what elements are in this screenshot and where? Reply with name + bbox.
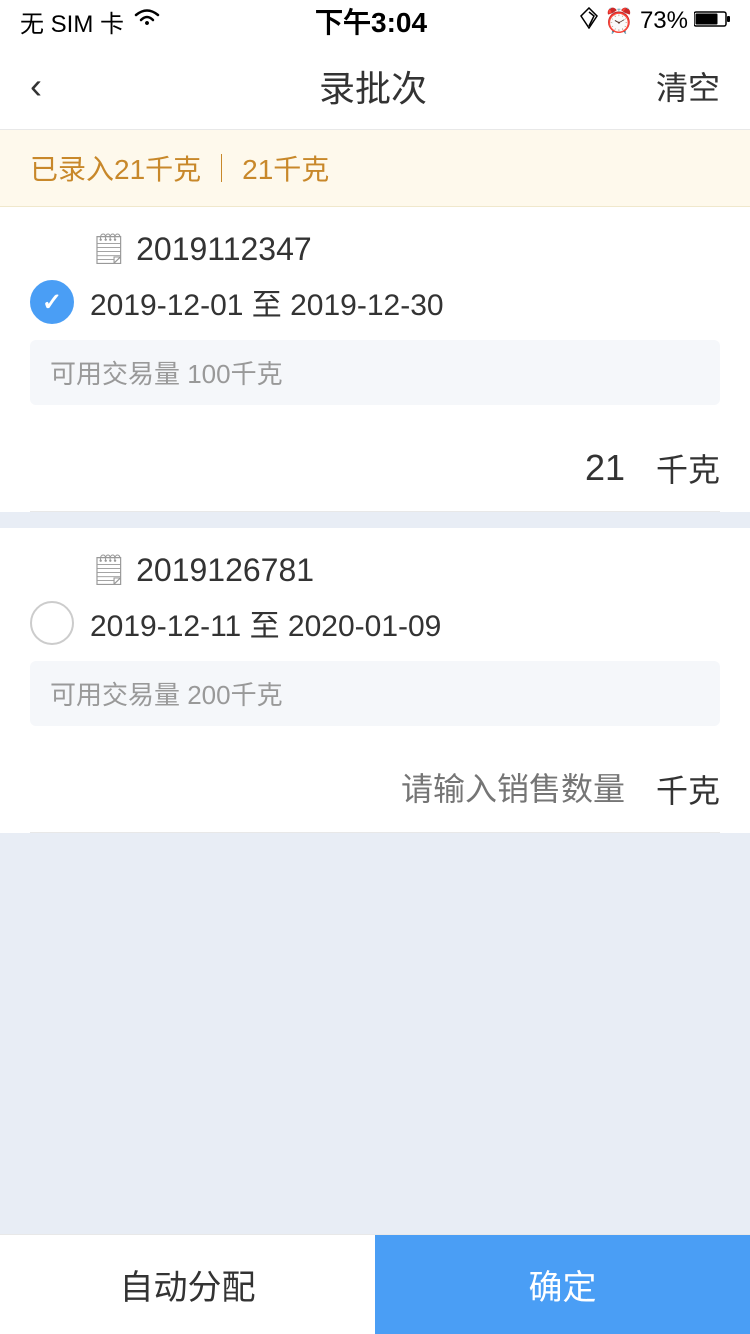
batch2-id: 2019126781 bbox=[136, 552, 314, 589]
auto-distribute-button[interactable]: 自动分配 bbox=[0, 1235, 375, 1334]
batch1-radio[interactable] bbox=[30, 280, 74, 324]
info-banner: 已录入21千克 21千克 bbox=[0, 130, 750, 207]
batch2-doc-icon: 🗒 bbox=[90, 553, 128, 588]
batch2-volume-text: 可用交易量 200千克 bbox=[50, 680, 283, 710]
batch1-date-row[interactable]: 2019-12-01 至 2019-12-30 bbox=[30, 280, 720, 324]
batch1-volume-bar: 可用交易量 100千克 bbox=[30, 340, 720, 405]
no-sim-text: 无 SIM 卡 bbox=[20, 4, 124, 39]
status-time: 下午3:04 bbox=[315, 1, 427, 41]
batch1-doc-icon: 🗒 bbox=[90, 232, 128, 267]
battery-icon bbox=[694, 7, 730, 35]
status-right: ⏰ 73% bbox=[580, 7, 730, 36]
confirm-button[interactable]: 确定 bbox=[375, 1235, 750, 1334]
location-icon bbox=[580, 7, 598, 36]
batch2-radio[interactable] bbox=[30, 601, 74, 645]
wifi-icon bbox=[132, 7, 162, 36]
batch1-id-row: 🗒 2019112347 bbox=[30, 231, 720, 268]
batch2-id-row: 🗒 2019126781 bbox=[30, 552, 720, 589]
clock-icon: ⏰ bbox=[604, 7, 634, 36]
batch1-date: 2019-12-01 至 2019-12-30 bbox=[90, 280, 444, 324]
banner-value: 21千克 bbox=[242, 148, 329, 188]
batch1-amount-row: 千克 bbox=[0, 425, 750, 511]
section-divider bbox=[0, 512, 750, 528]
batch-card-1: 🗒 2019112347 2019-12-01 至 2019-12-30 可用交… bbox=[0, 207, 750, 512]
bottom-bar: 自动分配 确定 bbox=[0, 1234, 750, 1334]
batch2-input-row: 千克 bbox=[0, 746, 750, 832]
banner-divider bbox=[221, 154, 222, 182]
clear-button[interactable]: 清空 bbox=[656, 63, 720, 109]
battery-text: 73% bbox=[640, 7, 688, 35]
empty-space bbox=[0, 833, 750, 1293]
status-left: 无 SIM 卡 bbox=[20, 4, 162, 39]
batch2-date: 2019-12-11 至 2020-01-09 bbox=[90, 601, 441, 645]
batch2-quantity-input[interactable] bbox=[30, 771, 640, 808]
batch2-unit: 千克 bbox=[656, 766, 720, 812]
batch2-volume-bar: 可用交易量 200千克 bbox=[30, 661, 720, 726]
batch1-amount-input[interactable] bbox=[520, 447, 640, 489]
nav-bar: ‹ 录批次 清空 bbox=[0, 42, 750, 130]
page-title: 录批次 bbox=[319, 60, 427, 112]
status-bar: 无 SIM 卡 下午3:04 ⏰ 73% bbox=[0, 0, 750, 42]
batch-card-2: 🗒 2019126781 2019-12-11 至 2020-01-09 可用交… bbox=[0, 528, 750, 833]
back-button[interactable]: ‹ bbox=[30, 65, 90, 107]
batch1-id: 2019112347 bbox=[136, 231, 312, 268]
recorded-text: 已录入21千克 bbox=[30, 148, 201, 188]
batch1-volume-text: 可用交易量 100千克 bbox=[50, 359, 283, 389]
batch2-date-row[interactable]: 2019-12-11 至 2020-01-09 bbox=[30, 601, 720, 645]
batch1-unit: 千克 bbox=[656, 445, 720, 491]
